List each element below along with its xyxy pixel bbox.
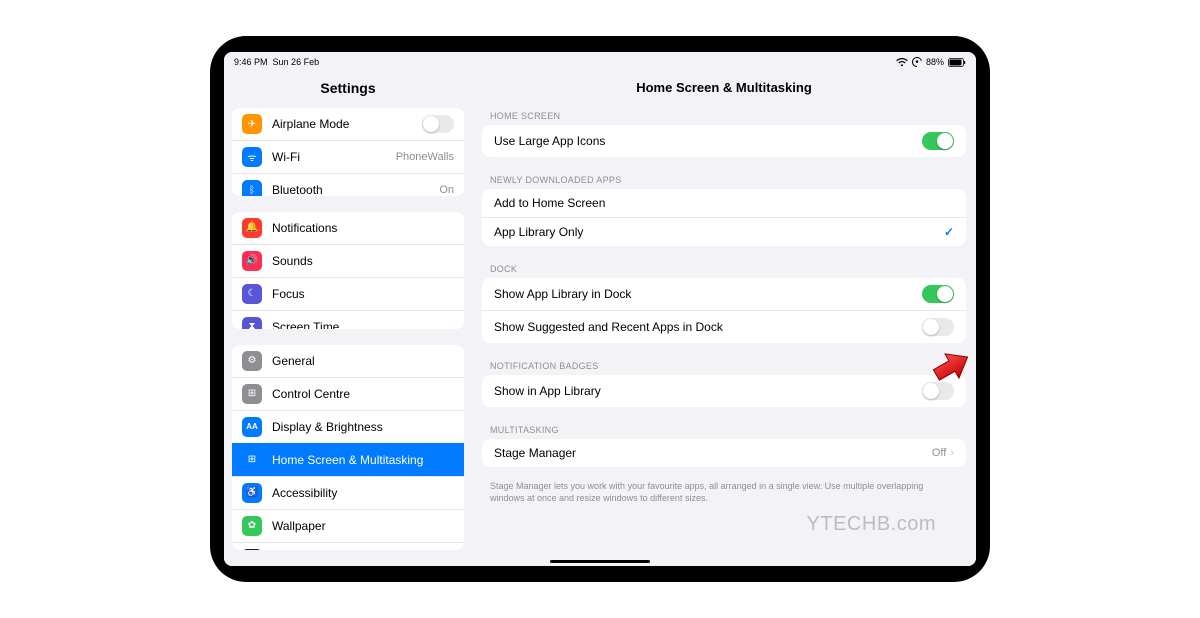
sidebar-item-focus[interactable]: ☾ Focus	[232, 277, 464, 310]
sidebar-item-label: Sounds	[272, 254, 313, 268]
section-header-multi: Multitasking	[472, 421, 976, 439]
show-library-toggle[interactable]	[922, 285, 954, 303]
sidebar-item-label: Accessibility	[272, 486, 337, 500]
status-date: Sun 26 Feb	[273, 57, 320, 67]
sidebar-item-screentime[interactable]: ⧗ Screen Time	[232, 310, 464, 329]
group-multi: Stage Manager Off ›	[482, 439, 966, 467]
rotation-lock-icon	[912, 57, 922, 67]
group-dock: Show App Library in Dock Show Suggested …	[482, 278, 966, 343]
row-label: Use Large App Icons	[494, 134, 605, 148]
row-show-badges[interactable]: Show in App Library	[482, 375, 966, 407]
sidebar-item-display[interactable]: AA Display & Brightness	[232, 410, 464, 443]
screentime-icon: ⧗	[242, 317, 262, 329]
row-large-icons[interactable]: Use Large App Icons	[482, 125, 966, 157]
sidebar-item-wifi[interactable]: ᯤ Wi-Fi PhoneWalls	[232, 140, 464, 173]
notifications-icon: 🔔	[242, 218, 262, 238]
sidebar-item-label: Display & Brightness	[272, 420, 383, 434]
row-show-library-dock[interactable]: Show App Library in Dock	[482, 278, 966, 310]
bluetooth-detail: On	[439, 184, 454, 196]
ipad-frame: 9:46 PM Sun 26 Feb 88% Settings ✈ Airpla…	[210, 36, 990, 582]
sidebar-group-notifications: 🔔 Notifications 🔊 Sounds ☾ Focus ⧗ Scree…	[232, 212, 464, 329]
wallpaper-icon: ✿	[242, 516, 262, 536]
large-icons-toggle[interactable]	[922, 132, 954, 150]
section-header-dock: Dock	[472, 260, 976, 278]
section-header-badges: Notification Badges	[472, 357, 976, 375]
sidebar-item-controlcentre[interactable]: ⊞ Control Centre	[232, 377, 464, 410]
badges-toggle[interactable]	[922, 382, 954, 400]
sidebar-item-accessibility[interactable]: ♿ Accessibility	[232, 476, 464, 509]
sidebar-group-connectivity: ✈ Airplane Mode ᯤ Wi-Fi PhoneWalls ᛒ Blu…	[232, 108, 464, 196]
general-icon: ⚙	[242, 351, 262, 371]
wifi-icon	[896, 58, 908, 67]
sidebar-title: Settings	[224, 72, 472, 108]
sidebar-item-siri[interactable]: ◉ Siri & Search	[232, 542, 464, 550]
controlcentre-icon: ⊞	[242, 384, 262, 404]
sidebar-item-label: Wi-Fi	[272, 150, 300, 164]
sidebar-item-label: Home Screen & Multitasking	[272, 453, 423, 467]
sidebar-group-general: ⚙ General ⊞ Control Centre AA Display & …	[232, 345, 464, 550]
home-indicator[interactable]	[550, 560, 650, 563]
airplane-toggle[interactable]	[422, 115, 454, 133]
row-show-recent-dock[interactable]: Show Suggested and Recent Apps in Dock	[482, 310, 966, 343]
section-header-newly: Newly Downloaded Apps	[472, 171, 976, 189]
wifi-icon: ᯤ	[242, 147, 262, 167]
status-left: 9:46 PM Sun 26 Feb	[234, 57, 319, 67]
status-bar: 9:46 PM Sun 26 Feb 88%	[224, 52, 976, 72]
sidebar-item-airplane[interactable]: ✈ Airplane Mode	[232, 108, 464, 140]
sidebar-item-label: Screen Time	[272, 320, 339, 329]
display-icon: AA	[242, 417, 262, 437]
row-label: Show App Library in Dock	[494, 287, 631, 301]
sidebar-item-label: Notifications	[272, 221, 337, 235]
status-right: 88%	[896, 57, 966, 67]
chevron-right-icon: ›	[950, 447, 954, 459]
main-panel: Home Screen & Multitasking Home Screen U…	[472, 72, 976, 566]
sidebar-item-label: Control Centre	[272, 387, 350, 401]
stage-value: Off	[932, 447, 946, 459]
group-homescreen: Use Large App Icons	[482, 125, 966, 157]
sidebar-item-label: Wallpaper	[272, 519, 326, 533]
sidebar-item-label: Bluetooth	[272, 183, 323, 196]
group-newly: Add to Home Screen App Library Only ✓	[482, 189, 966, 246]
watermark: YTECHB.com	[807, 513, 936, 536]
stage-footer: Stage Manager lets you work with your fa…	[472, 481, 976, 514]
row-label: Show in App Library	[494, 384, 601, 398]
sidebar-item-notifications[interactable]: 🔔 Notifications	[232, 212, 464, 244]
sounds-icon: 🔊	[242, 251, 262, 271]
sidebar-item-label: Airplane Mode	[272, 117, 349, 131]
row-app-library-only[interactable]: App Library Only ✓	[482, 217, 966, 246]
ipad-screen: 9:46 PM Sun 26 Feb 88% Settings ✈ Airpla…	[224, 52, 976, 566]
bluetooth-icon: ᛒ	[242, 180, 262, 196]
siri-icon: ◉	[242, 549, 262, 550]
sidebar-item-sounds[interactable]: 🔊 Sounds	[232, 244, 464, 277]
sidebar-item-bluetooth[interactable]: ᛒ Bluetooth On	[232, 173, 464, 196]
wifi-detail: PhoneWalls	[396, 151, 454, 163]
sidebar-item-homescreen[interactable]: ⊞ Home Screen & Multitasking	[232, 443, 464, 476]
status-time: 9:46 PM	[234, 57, 268, 67]
checkmark-icon: ✓	[944, 225, 954, 239]
row-label: App Library Only	[494, 225, 583, 239]
row-label: Show Suggested and Recent Apps in Dock	[494, 320, 723, 334]
section-header-homescreen: Home Screen	[472, 107, 976, 125]
focus-icon: ☾	[242, 284, 262, 304]
group-badges: Show in App Library	[482, 375, 966, 407]
row-label: Stage Manager	[494, 446, 576, 460]
airplane-icon: ✈	[242, 114, 262, 134]
battery-icon	[948, 58, 966, 67]
page-title: Home Screen & Multitasking	[472, 72, 976, 107]
homescreen-icon: ⊞	[242, 450, 262, 470]
sidebar-item-label: General	[272, 354, 315, 368]
sidebar-item-wallpaper[interactable]: ✿ Wallpaper	[232, 509, 464, 542]
row-label: Add to Home Screen	[494, 196, 605, 210]
battery-percent: 88%	[926, 57, 944, 67]
sidebar-item-general[interactable]: ⚙ General	[232, 345, 464, 377]
row-add-homescreen[interactable]: Add to Home Screen	[482, 189, 966, 217]
settings-sidebar: Settings ✈ Airplane Mode ᯤ Wi-Fi PhoneWa…	[224, 72, 472, 566]
sidebar-item-label: Focus	[272, 287, 305, 301]
accessibility-icon: ♿	[242, 483, 262, 503]
row-stage-manager[interactable]: Stage Manager Off ›	[482, 439, 966, 467]
show-recent-toggle[interactable]	[922, 318, 954, 336]
